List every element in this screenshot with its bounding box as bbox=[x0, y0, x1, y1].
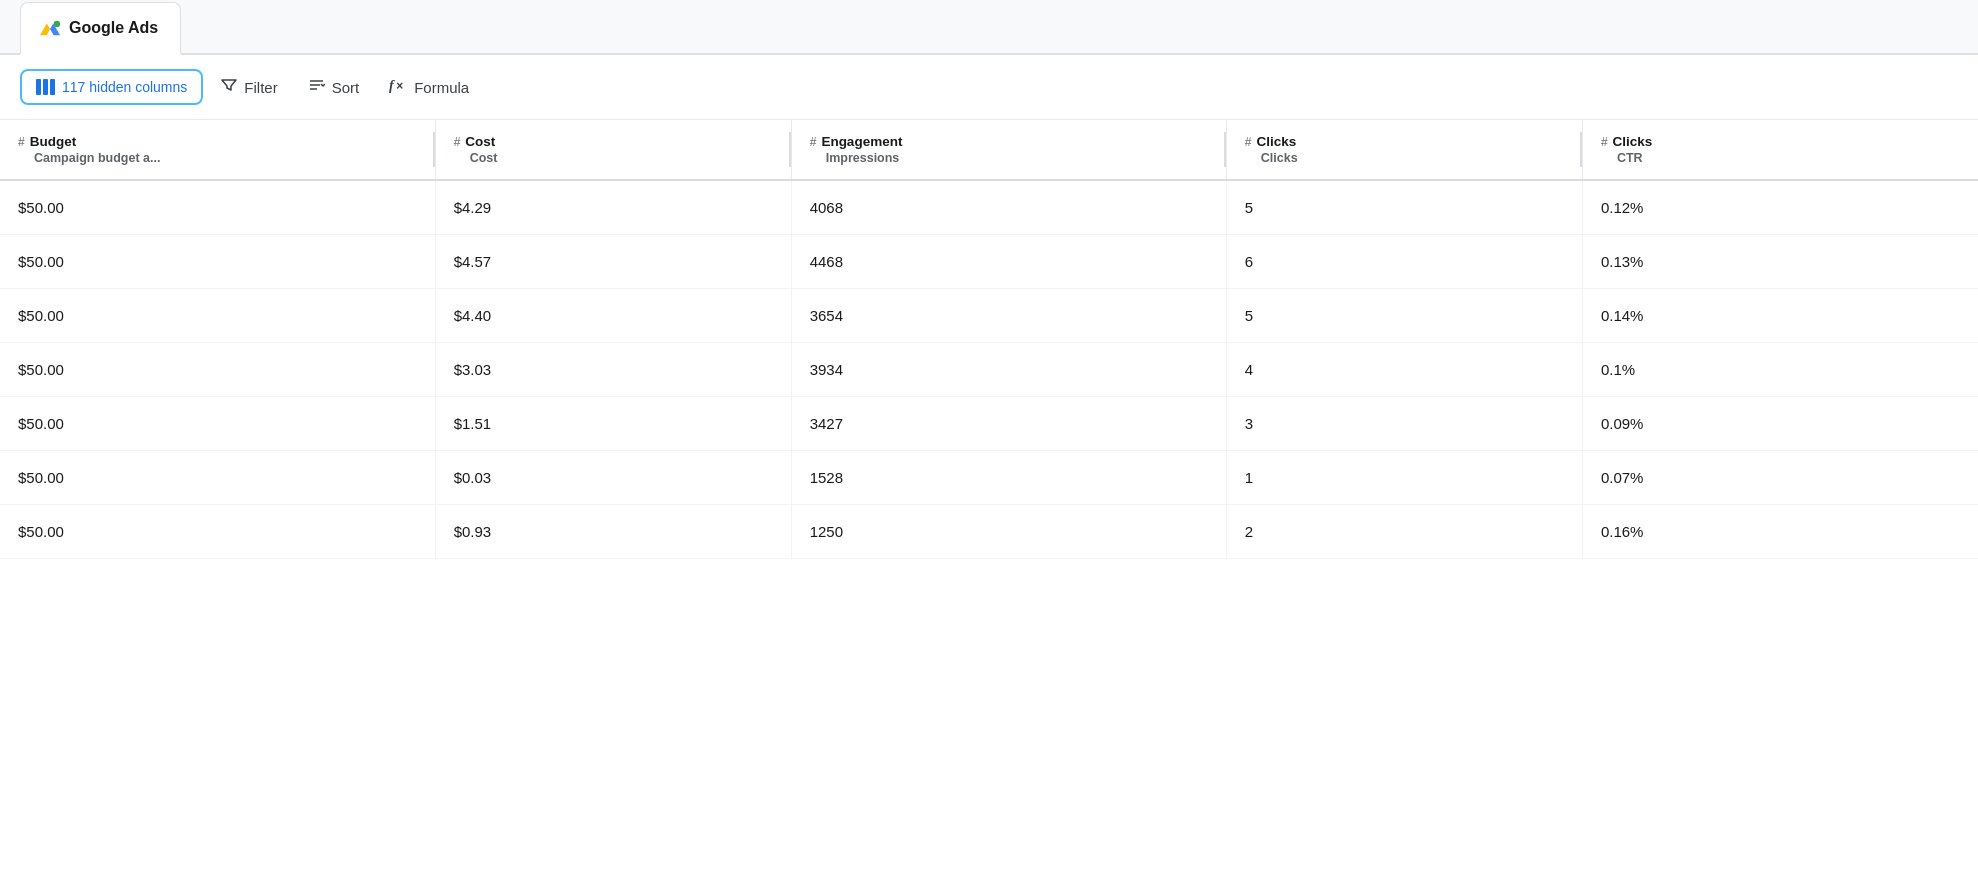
columns-icon bbox=[36, 79, 55, 95]
tab-bar: Google Ads bbox=[0, 0, 1978, 55]
cell-impressions-row0: 4068 bbox=[791, 180, 1226, 235]
hidden-columns-button[interactable]: 117 hidden columns bbox=[20, 69, 203, 105]
svg-text:×: × bbox=[396, 79, 403, 93]
table-row: $50.00$3.03393440.1% bbox=[0, 343, 1978, 397]
col-header-ctr[interactable]: # Clicks CTR bbox=[1582, 120, 1978, 180]
formula-icon: f × bbox=[389, 77, 407, 97]
col-header-clicks[interactable]: # Clicks Clicks bbox=[1226, 120, 1582, 180]
cell-impressions-row4: 3427 bbox=[791, 397, 1226, 451]
col-top-ctr: Clicks bbox=[1613, 134, 1653, 149]
table-row: $50.00$4.57446860.13% bbox=[0, 235, 1978, 289]
cell-clicks-row4: 3 bbox=[1226, 397, 1582, 451]
cell-impressions-row1: 4468 bbox=[791, 235, 1226, 289]
cell-impressions-row6: 1250 bbox=[791, 505, 1226, 559]
svg-marker-0 bbox=[40, 23, 50, 35]
cell-ctr-row3: 0.1% bbox=[1582, 343, 1978, 397]
cell-clicks-row6: 2 bbox=[1226, 505, 1582, 559]
tab-label: Google Ads bbox=[69, 19, 158, 37]
col-header-budget[interactable]: # Budget Campaign budget a... bbox=[0, 120, 435, 180]
cell-clicks-row0: 5 bbox=[1226, 180, 1582, 235]
cell-clicks-row3: 4 bbox=[1226, 343, 1582, 397]
sort-button[interactable]: Sort bbox=[296, 69, 372, 105]
cell-ctr-row4: 0.09% bbox=[1582, 397, 1978, 451]
col-type-icon-cost: # bbox=[454, 135, 461, 149]
cell-cost-row5: $0.03 bbox=[435, 451, 791, 505]
sort-icon bbox=[308, 77, 325, 97]
col-top-clicks: Clicks bbox=[1257, 134, 1297, 149]
cell-budget-row4: $50.00 bbox=[0, 397, 435, 451]
table-row: $50.00$4.40365450.14% bbox=[0, 289, 1978, 343]
col-type-icon-ctr: # bbox=[1601, 135, 1608, 149]
filter-icon bbox=[221, 77, 237, 97]
cell-clicks-row1: 6 bbox=[1226, 235, 1582, 289]
col-sub-ctr: CTR bbox=[1601, 151, 1960, 165]
cell-ctr-row1: 0.13% bbox=[1582, 235, 1978, 289]
cell-ctr-row6: 0.16% bbox=[1582, 505, 1978, 559]
col-sub-budget: Campaign budget a... bbox=[18, 151, 417, 165]
tab-google-ads[interactable]: Google Ads bbox=[20, 2, 181, 55]
cell-ctr-row0: 0.12% bbox=[1582, 180, 1978, 235]
cell-cost-row0: $4.29 bbox=[435, 180, 791, 235]
cell-budget-row1: $50.00 bbox=[0, 235, 435, 289]
cell-clicks-row5: 1 bbox=[1226, 451, 1582, 505]
cell-impressions-row3: 3934 bbox=[791, 343, 1226, 397]
filter-button[interactable]: Filter bbox=[209, 69, 289, 105]
cell-cost-row4: $1.51 bbox=[435, 397, 791, 451]
col-sub-clicks: Clicks bbox=[1245, 151, 1564, 165]
cell-budget-row3: $50.00 bbox=[0, 343, 435, 397]
col-type-icon-clicks: # bbox=[1245, 135, 1252, 149]
col-type-icon-budget: # bbox=[18, 135, 25, 149]
cell-budget-row6: $50.00 bbox=[0, 505, 435, 559]
svg-point-2 bbox=[54, 21, 60, 27]
cell-cost-row2: $4.40 bbox=[435, 289, 791, 343]
cell-ctr-row2: 0.14% bbox=[1582, 289, 1978, 343]
cell-clicks-row2: 5 bbox=[1226, 289, 1582, 343]
table-row: $50.00$4.29406850.12% bbox=[0, 180, 1978, 235]
col-top-budget: Budget bbox=[30, 134, 77, 149]
table-row: $50.00$0.03152810.07% bbox=[0, 451, 1978, 505]
cell-cost-row3: $3.03 bbox=[435, 343, 791, 397]
col-header-cost[interactable]: # Cost Cost bbox=[435, 120, 791, 180]
cell-ctr-row5: 0.07% bbox=[1582, 451, 1978, 505]
cell-budget-row2: $50.00 bbox=[0, 289, 435, 343]
cell-impressions-row5: 1528 bbox=[791, 451, 1226, 505]
col-header-engagement[interactable]: # Engagement Impressions bbox=[791, 120, 1226, 180]
col-type-icon-engagement: # bbox=[810, 135, 817, 149]
cell-impressions-row2: 3654 bbox=[791, 289, 1226, 343]
filter-label: Filter bbox=[244, 79, 277, 96]
cell-budget-row5: $50.00 bbox=[0, 451, 435, 505]
cell-budget-row0: $50.00 bbox=[0, 180, 435, 235]
toolbar: 117 hidden columns Filter Sort f × bbox=[0, 55, 1978, 120]
data-table-container: # Budget Campaign budget a... # Cost Cos… bbox=[0, 120, 1978, 559]
hidden-columns-label: 117 hidden columns bbox=[62, 79, 187, 95]
col-top-cost: Cost bbox=[465, 134, 495, 149]
cell-cost-row1: $4.57 bbox=[435, 235, 791, 289]
col-sub-cost: Cost bbox=[454, 151, 773, 165]
formula-label: Formula bbox=[414, 79, 469, 96]
svg-text:f: f bbox=[389, 78, 395, 93]
sort-label: Sort bbox=[332, 79, 360, 96]
col-sub-engagement: Impressions bbox=[810, 151, 1208, 165]
google-ads-icon bbox=[39, 17, 61, 39]
table-header-row: # Budget Campaign budget a... # Cost Cos… bbox=[0, 120, 1978, 180]
col-top-engagement: Engagement bbox=[821, 134, 902, 149]
data-table: # Budget Campaign budget a... # Cost Cos… bbox=[0, 120, 1978, 559]
table-row: $50.00$0.93125020.16% bbox=[0, 505, 1978, 559]
table-row: $50.00$1.51342730.09% bbox=[0, 397, 1978, 451]
cell-cost-row6: $0.93 bbox=[435, 505, 791, 559]
formula-button[interactable]: f × Formula bbox=[377, 69, 481, 105]
